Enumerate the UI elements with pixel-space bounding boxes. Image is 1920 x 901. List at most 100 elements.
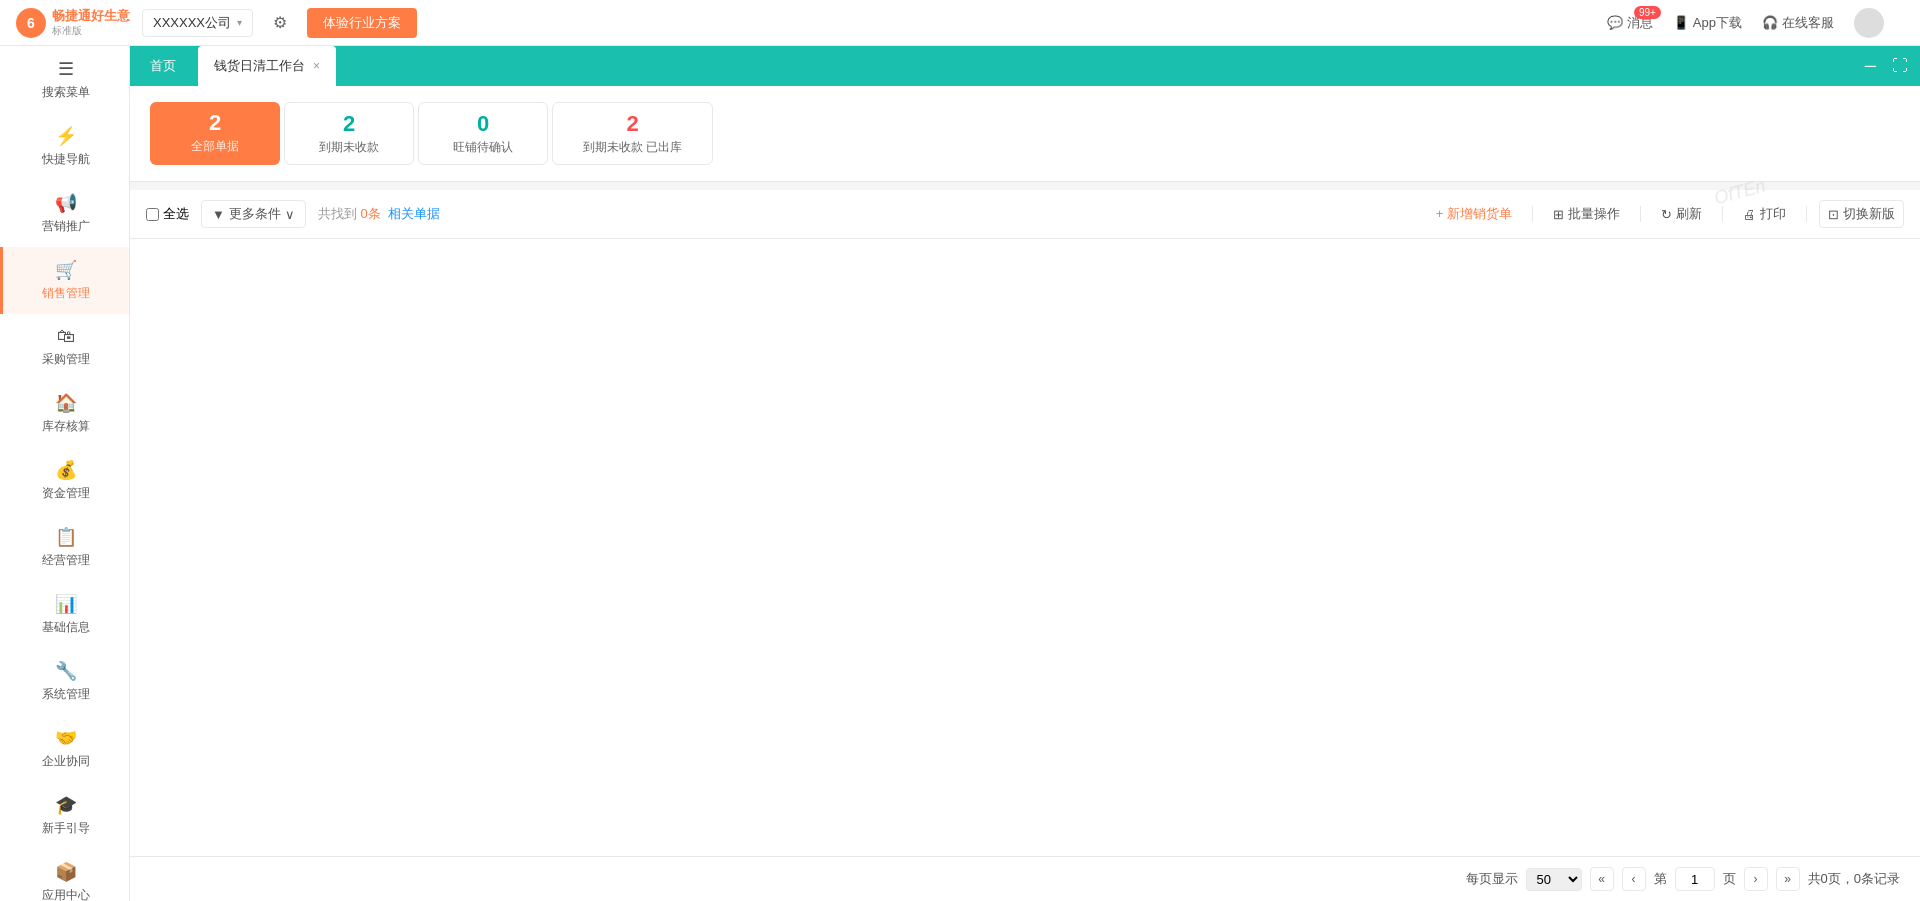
purchase-icon: 🛍: [57, 326, 75, 347]
sidebar-item-label: 采购管理: [42, 351, 90, 368]
sidebar-item-label: 基础信息: [42, 619, 90, 636]
add-sale-button[interactable]: + 新增销货单: [1428, 201, 1520, 227]
app-download-action[interactable]: 📱 App下载: [1673, 14, 1742, 32]
chevron-down-icon: ∨: [285, 207, 295, 222]
sidebar-item-search-menu[interactable]: ☰ 搜索菜单: [0, 46, 129, 113]
select-all-input[interactable]: [146, 208, 159, 221]
sidebar-item-label: 系统管理: [42, 686, 90, 703]
logo-icon: 6: [16, 8, 46, 38]
sidebar-item-sales[interactable]: 🛒 销售管理: [0, 247, 129, 314]
tab-active[interactable]: 钱货日清工作台 ×: [198, 46, 336, 86]
search-menu-icon: ☰: [58, 58, 74, 80]
filter-icon: ▼: [212, 207, 225, 222]
pagination: 每页显示 50 100 200 « ‹ 第 页 › » 共0页，0条记录: [130, 856, 1920, 901]
first-page-button[interactable]: «: [1590, 867, 1614, 891]
avatar[interactable]: [1854, 8, 1884, 38]
stat-card-overdue[interactable]: 2 到期未收款: [284, 102, 414, 165]
sidebar-item-label: 新手引导: [42, 820, 90, 837]
expand-tab-button[interactable]: ⛶: [1888, 53, 1912, 79]
sidebar-item-label: 应用中心: [42, 887, 90, 901]
prev-page-button[interactable]: ‹: [1622, 867, 1646, 891]
batch-op-label: 批量操作: [1568, 205, 1620, 223]
company-selector[interactable]: XXXXXX公司 ▾: [142, 9, 253, 37]
main-content: 首页 钱货日清工作台 × ─ ⛶ 2 全部单据 2 到期未收款: [130, 46, 1920, 901]
switch-new-label: 切换新版: [1843, 205, 1895, 223]
sidebar-item-cooperation[interactable]: 🤝 企业协同: [0, 715, 129, 782]
last-page-button[interactable]: »: [1776, 867, 1800, 891]
found-count: 0条: [361, 206, 381, 221]
sidebar-item-label: 搜索菜单: [42, 84, 90, 101]
switch-new-button[interactable]: ⊡ 切换新版: [1819, 200, 1904, 228]
tab-home[interactable]: 首页: [130, 46, 196, 86]
related-link[interactable]: 相关单据: [388, 206, 440, 221]
per-page-label: 每页显示: [1466, 870, 1518, 888]
stat-card-not-shipped[interactable]: 2 到期未收款 已出库: [552, 102, 713, 165]
stat-card-all[interactable]: 2 全部单据: [150, 102, 280, 165]
switch-icon: ⊡: [1828, 207, 1839, 222]
select-all-label: 全选: [163, 205, 189, 223]
settings-icon[interactable]: ⚙: [265, 8, 295, 38]
basics-icon: 📊: [55, 593, 77, 615]
sidebar-item-marketing[interactable]: 📢 营销推广: [0, 180, 129, 247]
operations-icon: 📋: [55, 526, 77, 548]
batch-op-button[interactable]: ⊞ 批量操作: [1545, 201, 1628, 227]
sales-icon: 🛒: [55, 259, 77, 281]
minimize-tab-button[interactable]: ─: [1861, 53, 1880, 79]
online-service-action[interactable]: 🎧 在线客服: [1762, 14, 1834, 32]
sidebar-item-operations[interactable]: 📋 经营管理: [0, 514, 129, 581]
print-button[interactable]: 🖨 打印: [1735, 201, 1794, 227]
logo-text: 畅捷通好生意 标准版: [52, 8, 130, 38]
sidebar-item-label: 资金管理: [42, 485, 90, 502]
page-suffix: 页: [1723, 870, 1736, 888]
sidebar: ☰ 搜索菜单 ⚡ 快捷导航 📢 营销推广 🛒 销售管理 🛍 采购管理 🏠 库存核…: [0, 46, 130, 901]
message-badge: 99+: [1634, 6, 1661, 19]
stat-card-pending[interactable]: 0 旺铺待确认: [418, 102, 548, 165]
stat-number-not-shipped: 2: [583, 111, 682, 137]
stats-cards: 2 全部单据 2 到期未收款 0 旺铺待确认 2 到期未收款 已出库: [130, 86, 1920, 182]
sidebar-item-newbie[interactable]: 🎓 新手引导: [0, 782, 129, 849]
marketing-icon: 📢: [55, 192, 77, 214]
toolbar: 全选 ▼ 更多条件 ∨ 共找到 0条 相关单据 + 新增销货单: [130, 190, 1920, 239]
stat-number-all: 2: [180, 110, 250, 136]
header-left: 6 畅捷通好生意 标准版 XXXXXX公司 ▾ ⚙ 体验行业方案: [16, 8, 417, 38]
sidebar-item-finance[interactable]: 💰 资金管理: [0, 447, 129, 514]
logo-area: 6 畅捷通好生意 标准版: [16, 8, 130, 38]
divider2: [1640, 206, 1641, 222]
online-service-label: 在线客服: [1782, 14, 1834, 32]
page-number-input[interactable]: [1675, 867, 1715, 891]
content-area: 2 全部单据 2 到期未收款 0 旺铺待确认 2 到期未收款 已出库: [130, 86, 1920, 901]
refresh-button[interactable]: ↻ 刷新: [1653, 201, 1710, 227]
found-text: 共找到 0条 相关单据: [318, 205, 440, 223]
print-label: 打印: [1760, 205, 1786, 223]
divider: [1532, 206, 1533, 222]
quick-nav-icon: ⚡: [55, 125, 77, 147]
divider4: [1806, 206, 1807, 222]
select-all-checkbox[interactable]: 全选: [146, 205, 189, 223]
stat-label-not-shipped: 到期未收款 已出库: [583, 139, 682, 156]
table-empty: [130, 239, 1920, 856]
logo-sub: 标准版: [52, 24, 130, 37]
tab-close-icon[interactable]: ×: [313, 59, 320, 73]
more-filter-button[interactable]: ▼ 更多条件 ∨: [201, 200, 306, 228]
message-action[interactable]: 💬 消息 99+: [1607, 14, 1653, 32]
sidebar-item-purchase[interactable]: 🛍 采购管理: [0, 314, 129, 380]
stat-label-pending: 旺铺待确认: [449, 139, 517, 156]
page-label: 第: [1654, 870, 1667, 888]
sidebar-item-label: 快捷导航: [42, 151, 90, 168]
top-header: 6 畅捷通好生意 标准版 XXXXXX公司 ▾ ⚙ 体验行业方案 💬 消息 99…: [0, 0, 1920, 46]
sidebar-item-inventory[interactable]: 🏠 库存核算: [0, 380, 129, 447]
refresh-icon: ↻: [1661, 207, 1672, 222]
pagination-summary: 共0页，0条记录: [1808, 870, 1900, 888]
sidebar-item-quick-nav[interactable]: ⚡ 快捷导航: [0, 113, 129, 180]
sidebar-item-system[interactable]: 🔧 系统管理: [0, 648, 129, 715]
system-icon: 🔧: [55, 660, 77, 682]
sidebar-item-basics[interactable]: 📊 基础信息: [0, 581, 129, 648]
trial-button[interactable]: 体验行业方案: [307, 8, 417, 38]
toolbar-left: 全选 ▼ 更多条件 ∨ 共找到 0条 相关单据: [146, 200, 440, 228]
inventory-icon: 🏠: [55, 392, 77, 414]
phone-icon: 📱: [1673, 15, 1689, 30]
divider3: [1722, 206, 1723, 222]
next-page-button[interactable]: ›: [1744, 867, 1768, 891]
per-page-select[interactable]: 50 100 200: [1526, 868, 1582, 891]
sidebar-item-app-center[interactable]: 📦 应用中心: [0, 849, 129, 901]
